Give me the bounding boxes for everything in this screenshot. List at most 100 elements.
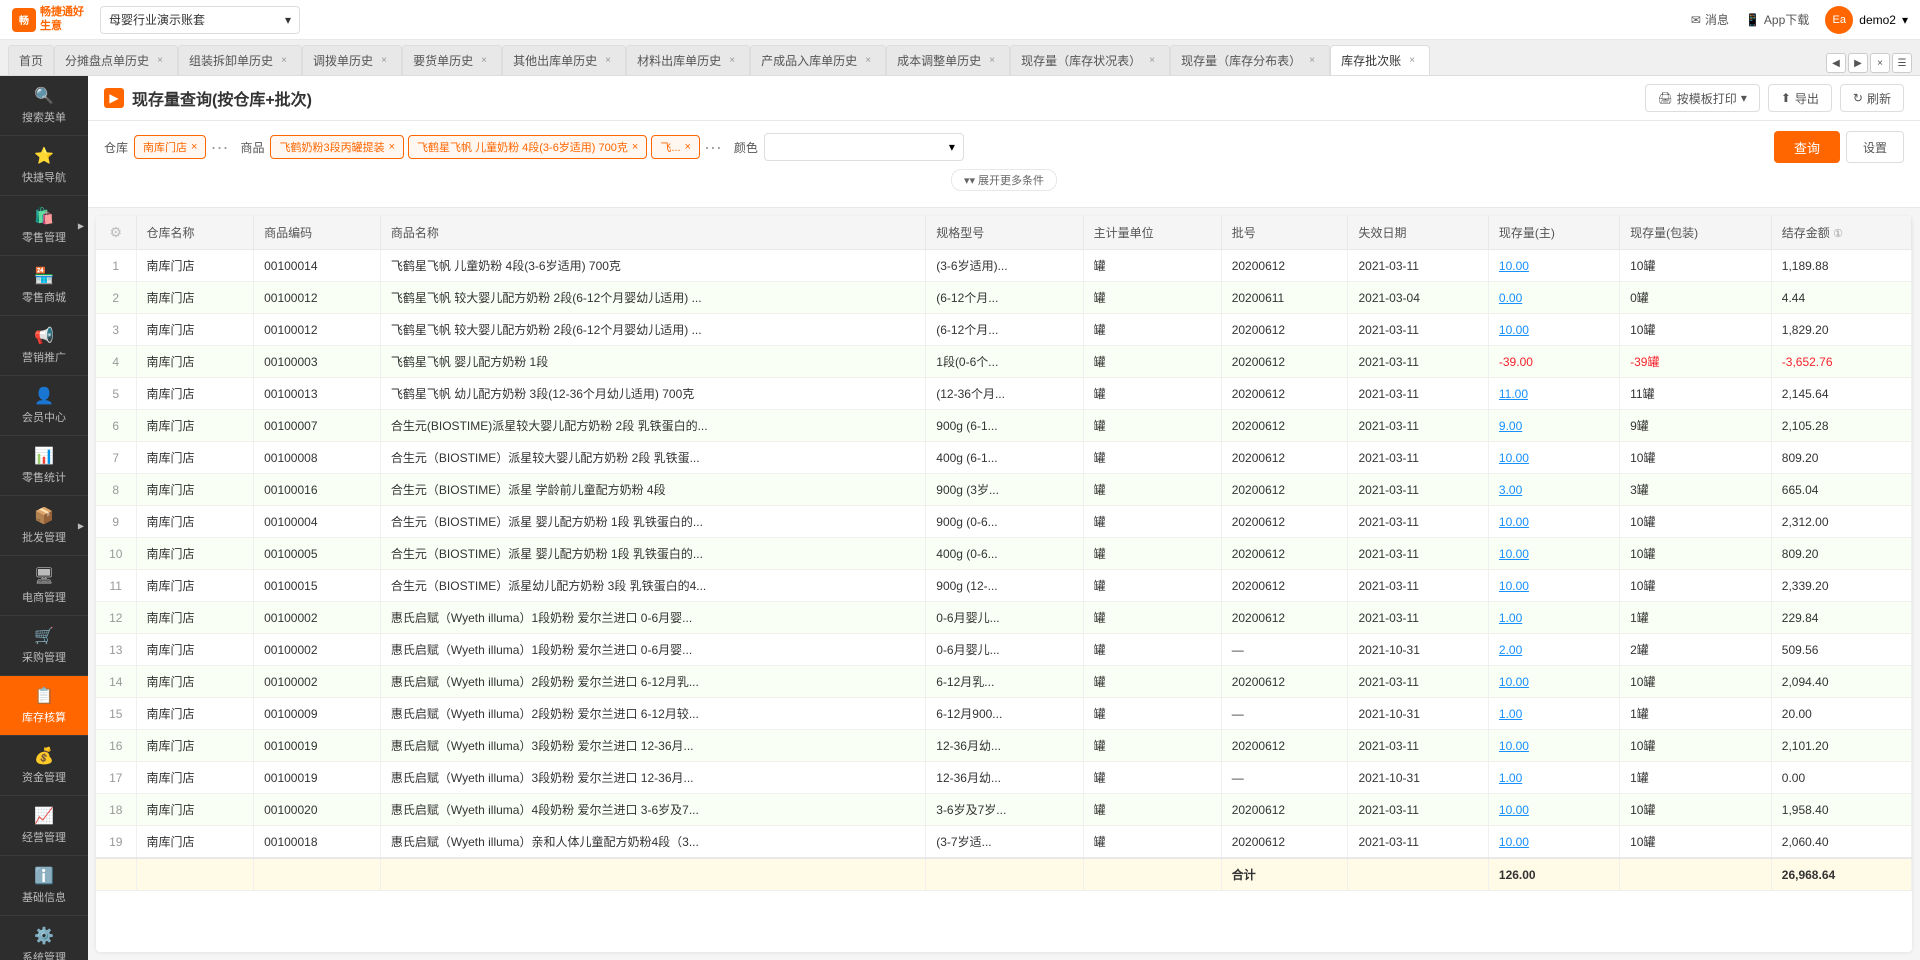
cell-qty-main[interactable]: 1.00: [1488, 602, 1619, 634]
tab-fenpan[interactable]: 分摊盘点单历史 ×: [54, 45, 178, 75]
query-btn[interactable]: 查询: [1774, 131, 1840, 163]
sidebar-item-operations[interactable]: 📈 经营管理: [0, 796, 88, 856]
sidebar-wholesale-label: 批发管理: [22, 529, 66, 545]
tab-diaobo-close[interactable]: ×: [377, 54, 391, 68]
product-tag-1-close[interactable]: ×: [389, 141, 395, 153]
tab-zuchuan[interactable]: 组装拆卸单历史 ×: [178, 45, 302, 75]
cell-qty-main[interactable]: 10.00: [1488, 794, 1619, 826]
cell-qty-main[interactable]: 10.00: [1488, 442, 1619, 474]
refresh-btn[interactable]: ↻ 刷新: [1840, 84, 1904, 112]
sidebar-marketing-label: 营销推广: [22, 349, 66, 365]
cell-qty-main[interactable]: 2.00: [1488, 634, 1619, 666]
tab-xiancun2-close[interactable]: ×: [1305, 54, 1319, 68]
cell-qty-main[interactable]: 1.00: [1488, 698, 1619, 730]
cell-qty-main[interactable]: 10.00: [1488, 666, 1619, 698]
cell-qty-main[interactable]: 11.00: [1488, 378, 1619, 410]
tab-cailiao-close[interactable]: ×: [725, 54, 739, 68]
user-area[interactable]: Ea demo2 ▾: [1825, 6, 1908, 34]
cell-qty-main[interactable]: 10.00: [1488, 826, 1619, 859]
tab-kucun-batch-close[interactable]: ×: [1405, 54, 1419, 68]
chevron-right-icon: ▶: [78, 221, 84, 230]
warehouse-more[interactable]: ···: [210, 137, 228, 158]
sidebar-item-marketing[interactable]: 📢 营销推广: [0, 316, 88, 376]
product-tag-2[interactable]: 飞鹤星飞帆 儿童奶粉 4段(3-6岁适用) 700克 ×: [408, 135, 647, 159]
sidebar-item-finance[interactable]: 💰 资金管理: [0, 736, 88, 796]
sidebar-item-search[interactable]: 🔍 搜索英单: [0, 76, 88, 136]
cell-balance: 2,060.40: [1771, 826, 1911, 859]
tab-kucun-batch[interactable]: 库存批次账 ×: [1330, 45, 1430, 75]
cell-qty-pkg: 10罐: [1620, 794, 1772, 826]
sidebar-item-system[interactable]: ⚙️ 系统管理: [0, 916, 88, 960]
tab-yaohuo-close[interactable]: ×: [477, 54, 491, 68]
sidebar-item-ecommerce[interactable]: 🖥 电商管理: [0, 556, 88, 616]
product-tag-2-close[interactable]: ×: [632, 141, 638, 153]
tab-diaobo[interactable]: 调拨单历史 ×: [302, 45, 402, 75]
sidebar-item-purchase[interactable]: 🛒 采购管理: [0, 616, 88, 676]
table-row: 14 南库门店 00100002 惠氏启赋（Wyeth illuma）2段奶粉 …: [96, 666, 1912, 698]
cell-no: 3: [96, 314, 136, 346]
tab-yaohuo[interactable]: 要货单历史 ×: [402, 45, 502, 75]
tab-cailiao[interactable]: 材料出库单历史 ×: [626, 45, 750, 75]
tab-kucun-batch-label: 库存批次账: [1341, 52, 1401, 69]
tab-xiancun2-label: 现存量（库存分布表）: [1181, 52, 1301, 69]
tab-prev-btn[interactable]: ◀: [1826, 53, 1846, 73]
export-btn[interactable]: ⬆ 导出: [1768, 84, 1832, 112]
message-btn[interactable]: ✉ 消息: [1691, 11, 1729, 28]
tab-chanpin-close[interactable]: ×: [861, 54, 875, 68]
cell-qty-main[interactable]: 10.00: [1488, 314, 1619, 346]
sidebar-item-retail[interactable]: 🛍️ 零售管理 ▶: [0, 196, 88, 256]
expand-more-btn[interactable]: ▾▾ 展开更多条件: [104, 163, 1904, 197]
product-tag-1[interactable]: 飞鹤奶粉3段丙罐提装 ×: [270, 135, 404, 159]
tab-fenpan-close[interactable]: ×: [153, 54, 167, 68]
tab-xiancun1-close[interactable]: ×: [1145, 54, 1159, 68]
sidebar-item-mall[interactable]: 🏪 零售商城: [0, 256, 88, 316]
tab-chanpin[interactable]: 产成品入库单历史 ×: [750, 45, 886, 75]
tab-chengben-close[interactable]: ×: [985, 54, 999, 68]
template-print-btn[interactable]: 🖨 按模板打印 ▾: [1645, 84, 1760, 112]
tab-qita[interactable]: 其他出库单历史 ×: [502, 45, 626, 75]
sidebar-item-inventory[interactable]: 📋 库存核算: [0, 676, 88, 736]
tab-chengben[interactable]: 成本调整单历史 ×: [886, 45, 1010, 75]
expand-icon-btn[interactable]: ▶: [104, 88, 124, 108]
cell-expire: 2021-03-11: [1348, 474, 1488, 506]
tab-qita-close[interactable]: ×: [601, 54, 615, 68]
sidebar-item-wholesale[interactable]: 📦 批发管理 ▶: [0, 496, 88, 556]
tab-xiancun1[interactable]: 现存量（库存状况表） ×: [1010, 45, 1170, 75]
sidebar-item-basic[interactable]: ℹ️ 基础信息: [0, 856, 88, 916]
company-selector[interactable]: 母婴行业演示账套 ▾: [100, 6, 300, 34]
gear-settings-icon[interactable]: ⚙: [109, 224, 122, 240]
tab-menu-btn[interactable]: ☰: [1892, 53, 1912, 73]
product-tag-3-close[interactable]: ×: [685, 141, 691, 153]
cell-qty-main[interactable]: 10.00: [1488, 570, 1619, 602]
cell-qty-main[interactable]: 10.00: [1488, 250, 1619, 282]
cell-qty-main[interactable]: 3.00: [1488, 474, 1619, 506]
product-more[interactable]: ···: [704, 137, 722, 158]
sidebar-mall-label: 零售商城: [22, 289, 66, 305]
cell-qty-main[interactable]: 1.00: [1488, 762, 1619, 794]
sidebar-item-nav[interactable]: ⭐ 快捷导航: [0, 136, 88, 196]
tab-close-btn[interactable]: ×: [1870, 53, 1890, 73]
sidebar-item-member[interactable]: 👤 会员中心: [0, 376, 88, 436]
tab-zuchuan-close[interactable]: ×: [277, 54, 291, 68]
settings-btn[interactable]: 设置: [1846, 131, 1904, 163]
color-dropdown[interactable]: ▾: [764, 133, 964, 161]
tab-home[interactable]: 首页: [8, 45, 54, 75]
cell-balance: 1,958.40: [1771, 794, 1911, 826]
cell-qty-main[interactable]: 0.00: [1488, 282, 1619, 314]
expand-more-label[interactable]: ▾▾ 展开更多条件: [951, 169, 1057, 191]
cell-qty-main[interactable]: 9.00: [1488, 410, 1619, 442]
cell-qty-main[interactable]: 10.00: [1488, 538, 1619, 570]
balance-info-icon[interactable]: ①: [1833, 228, 1843, 240]
cell-expire: 2021-03-11: [1348, 314, 1488, 346]
top-right-area: ✉ 消息 📱 App下载 Ea demo2 ▾: [1691, 6, 1908, 34]
app-download-btn[interactable]: 📱 App下载: [1745, 11, 1809, 28]
product-tag-3[interactable]: 飞... ×: [651, 135, 700, 159]
sidebar-item-retail-stats[interactable]: 📊 零售统计: [0, 436, 88, 496]
cell-spec: (3-7岁适...: [926, 826, 1083, 859]
warehouse-tag[interactable]: 南库门店 ×: [134, 135, 206, 159]
warehouse-tag-close[interactable]: ×: [191, 141, 197, 153]
cell-qty-main[interactable]: 10.00: [1488, 506, 1619, 538]
cell-qty-main[interactable]: 10.00: [1488, 730, 1619, 762]
tab-next-btn[interactable]: ▶: [1848, 53, 1868, 73]
tab-xiancun2[interactable]: 现存量（库存分布表） ×: [1170, 45, 1330, 75]
